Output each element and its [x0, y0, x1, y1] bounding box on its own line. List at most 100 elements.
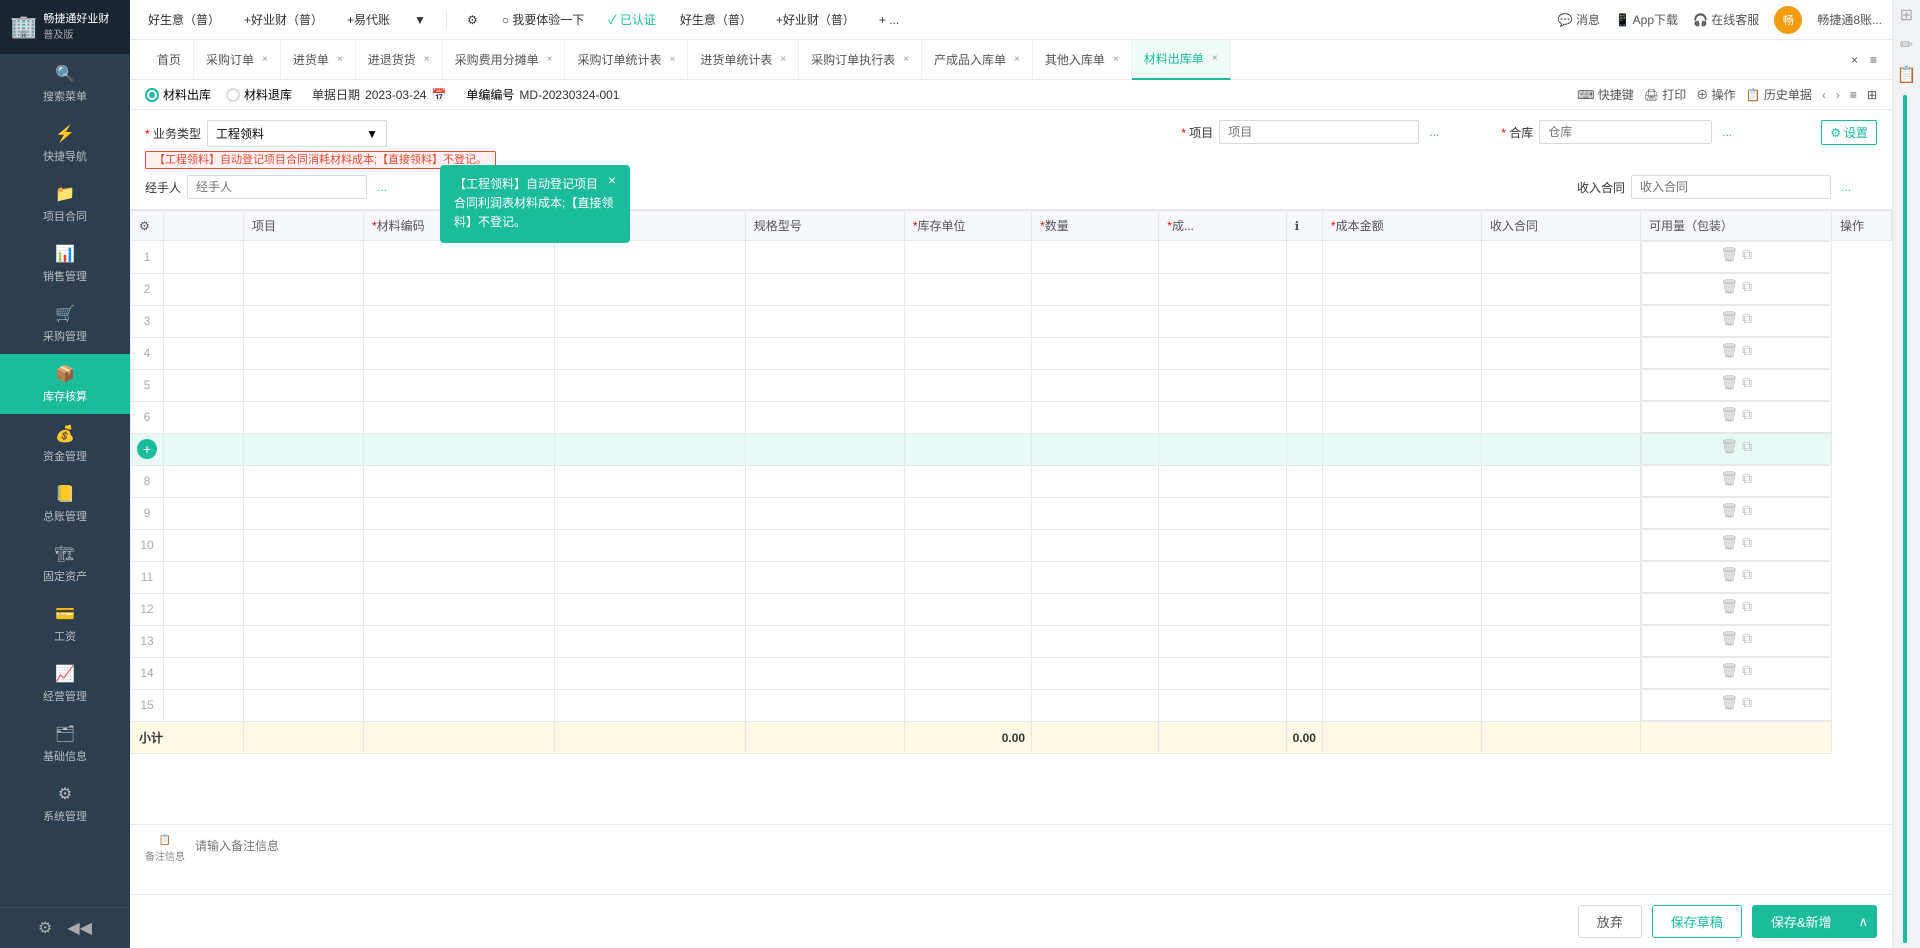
right-panel-icon-3[interactable]: 📋 — [1897, 65, 1917, 85]
calendar-icon[interactable]: 📅 — [431, 88, 446, 102]
sidebar-item-sales[interactable]: 📊 销售管理 — [0, 234, 130, 294]
row-12-delete[interactable]: 🗑 — [1720, 598, 1738, 620]
row-2-material-name[interactable] — [364, 273, 555, 305]
nav-prev[interactable]: ‹ — [1822, 88, 1826, 102]
row-1-material-name[interactable] — [364, 241, 555, 274]
project-input[interactable] — [1219, 120, 1419, 144]
outer-nav-item-good-biz[interactable]: 好生意（普） — [140, 0, 228, 40]
sidebar-item-purchase[interactable]: 🛒 采购管理 — [0, 294, 130, 354]
print-btn[interactable]: 🖨 打印 — [1644, 86, 1687, 103]
radio-material-return[interactable]: 材料退库 — [226, 86, 292, 103]
settings-bottom-icon[interactable]: ⚙ — [38, 918, 52, 938]
row-9-delete[interactable]: 🗑 — [1720, 502, 1738, 524]
right-panel-icon-1[interactable]: ⊞ — [1900, 5, 1913, 25]
row-1-project[interactable] — [164, 241, 244, 274]
sidebar-item-system[interactable]: ⚙ 系统管理 — [0, 774, 130, 834]
sidebar-item-asset[interactable]: 🏗 固定资产 — [0, 534, 130, 594]
sidebar-item-finance[interactable]: 💰 资金管理 — [0, 414, 130, 474]
online-service-btn[interactable]: 🎧 在线客服 — [1693, 11, 1759, 28]
close-tab-goods-return[interactable]: × — [424, 54, 430, 65]
row-5-copy[interactable]: ⧉ — [1742, 374, 1752, 396]
sidebar-item-search[interactable]: 🔍 搜索菜单 — [0, 54, 130, 114]
row-14-delete[interactable]: 🗑 — [1720, 662, 1738, 684]
income-contract-input[interactable] — [1631, 175, 1831, 199]
row-13-delete[interactable]: 🗑 — [1720, 630, 1738, 652]
close-tab-material-outbound[interactable]: × — [1212, 53, 1218, 64]
active-row-col7[interactable] — [1032, 433, 1159, 465]
active-row-col10[interactable] — [1322, 433, 1481, 465]
view-list-btn[interactable]: ≡ — [1850, 88, 1857, 102]
operation-btn[interactable]: ⊕ 操作 — [1696, 86, 1735, 103]
tab-close-all[interactable]: × — [1851, 53, 1858, 67]
active-row-col9[interactable] — [1286, 433, 1322, 465]
outer-nav-good-biz2[interactable]: 好生意（普） — [672, 0, 760, 40]
outer-nav-item-good-fin[interactable]: +好业财（普） — [236, 0, 331, 40]
tab-other-inbound[interactable]: 其他入库单 × — [1033, 40, 1132, 80]
row-6-copy[interactable]: ⧉ — [1742, 406, 1752, 428]
right-panel-icon-2[interactable]: ✏ — [1900, 35, 1913, 55]
tab-goods-return[interactable]: 进退货货 × — [356, 40, 443, 80]
row-14-copy[interactable]: ⧉ — [1742, 662, 1752, 684]
sidebar-item-payroll[interactable]: 💳 工资 — [0, 594, 130, 654]
row-5-delete[interactable]: 🗑 — [1720, 374, 1738, 396]
row-3-copy[interactable]: ⧉ — [1742, 310, 1752, 332]
row-4-delete[interactable]: 🗑 — [1720, 342, 1738, 364]
row-9-copy[interactable]: ⧉ — [1742, 502, 1752, 524]
row-1-cost[interactable] — [1032, 241, 1159, 274]
project-dots[interactable]: ... — [1425, 125, 1443, 139]
row-11-delete[interactable]: 🗑 — [1720, 566, 1738, 588]
sidebar-item-ledger[interactable]: 📒 总账管理 — [0, 474, 130, 534]
tab-purchase-fee[interactable]: 采购费用分摊单 × — [443, 40, 566, 80]
settings-icon[interactable]: ⚙ — [459, 0, 486, 40]
user-avatar[interactable]: 畅 — [1774, 6, 1802, 34]
row-13-copy[interactable]: ⧉ — [1742, 630, 1752, 652]
row-1-spec[interactable] — [554, 241, 745, 274]
person-input[interactable] — [187, 175, 367, 199]
sidebar-item-project[interactable]: 📁 项目合同 — [0, 174, 130, 234]
sidebar-item-base[interactable]: 🗂 基础信息 — [0, 714, 130, 774]
active-row-col1[interactable] — [164, 433, 244, 465]
view-grid-btn[interactable]: ⊞ — [1867, 88, 1877, 102]
scroll-bar[interactable] — [1903, 95, 1907, 943]
tab-home[interactable]: 首页 — [145, 40, 194, 80]
warehouse-input[interactable] — [1539, 120, 1712, 144]
active-row-col5[interactable] — [745, 433, 904, 465]
close-tab-purchase-order[interactable]: × — [262, 54, 268, 65]
row-12-copy[interactable]: ⧉ — [1742, 598, 1752, 620]
quickkey-btn[interactable]: ⌨ 快捷键 — [1577, 86, 1634, 103]
close-tab-finished-goods[interactable]: × — [1014, 54, 1020, 65]
row-2-unit[interactable] — [745, 273, 904, 305]
row-2-copy[interactable]: ⧉ — [1742, 278, 1752, 300]
row-10-delete[interactable]: 🗑 — [1720, 534, 1738, 556]
row-2-qty[interactable] — [904, 273, 1031, 305]
active-row-delete[interactable]: 🗑 — [1720, 438, 1738, 460]
row-2-cost[interactable] — [1032, 273, 1159, 305]
history-btn[interactable]: 📋 历史单据 — [1746, 86, 1812, 103]
close-tab-purchase-fee[interactable]: × — [547, 54, 553, 65]
person-dots[interactable]: ... — [373, 180, 391, 194]
tab-purchase-stats[interactable]: 采购订单统计表 × — [565, 40, 688, 80]
row-1-delete[interactable]: 🗑 — [1720, 246, 1738, 268]
settings-button[interactable]: ⚙ 设置 — [1821, 120, 1877, 145]
row-1-unit[interactable] — [745, 241, 904, 274]
close-tooltip[interactable]: × — [608, 173, 616, 187]
row-2-cost-amount[interactable] — [1286, 273, 1322, 305]
outer-nav-try[interactable]: ○ 我要体验一下 — [494, 0, 593, 40]
nav-next[interactable]: › — [1836, 88, 1840, 102]
row-15-copy[interactable]: ⧉ — [1742, 694, 1752, 716]
warehouse-dots[interactable]: ... — [1718, 125, 1736, 139]
row-8-delete[interactable]: 🗑 — [1720, 470, 1738, 492]
gear-icon-col[interactable]: ⚙ — [139, 219, 150, 233]
row-2-income-contract[interactable] — [1322, 273, 1481, 305]
app-download-btn[interactable]: 📱 App下载 — [1615, 11, 1678, 28]
add-row-button[interactable]: + — [137, 439, 157, 459]
row-11-copy[interactable]: ⧉ — [1742, 566, 1752, 588]
col-cost-info[interactable]: ℹ — [1286, 211, 1322, 241]
row-1-qty[interactable] — [904, 241, 1031, 274]
active-row-col2[interactable] — [244, 433, 364, 465]
save-new-main-button[interactable]: 保存&新增 — [1752, 905, 1850, 938]
row-10-copy[interactable]: ⧉ — [1742, 534, 1752, 556]
outer-nav-item-dropdown[interactable]: ▼ — [406, 0, 434, 40]
tab-purchase-order[interactable]: 采购订单 × — [194, 40, 281, 80]
row-6-delete[interactable]: 🗑 — [1720, 406, 1738, 428]
